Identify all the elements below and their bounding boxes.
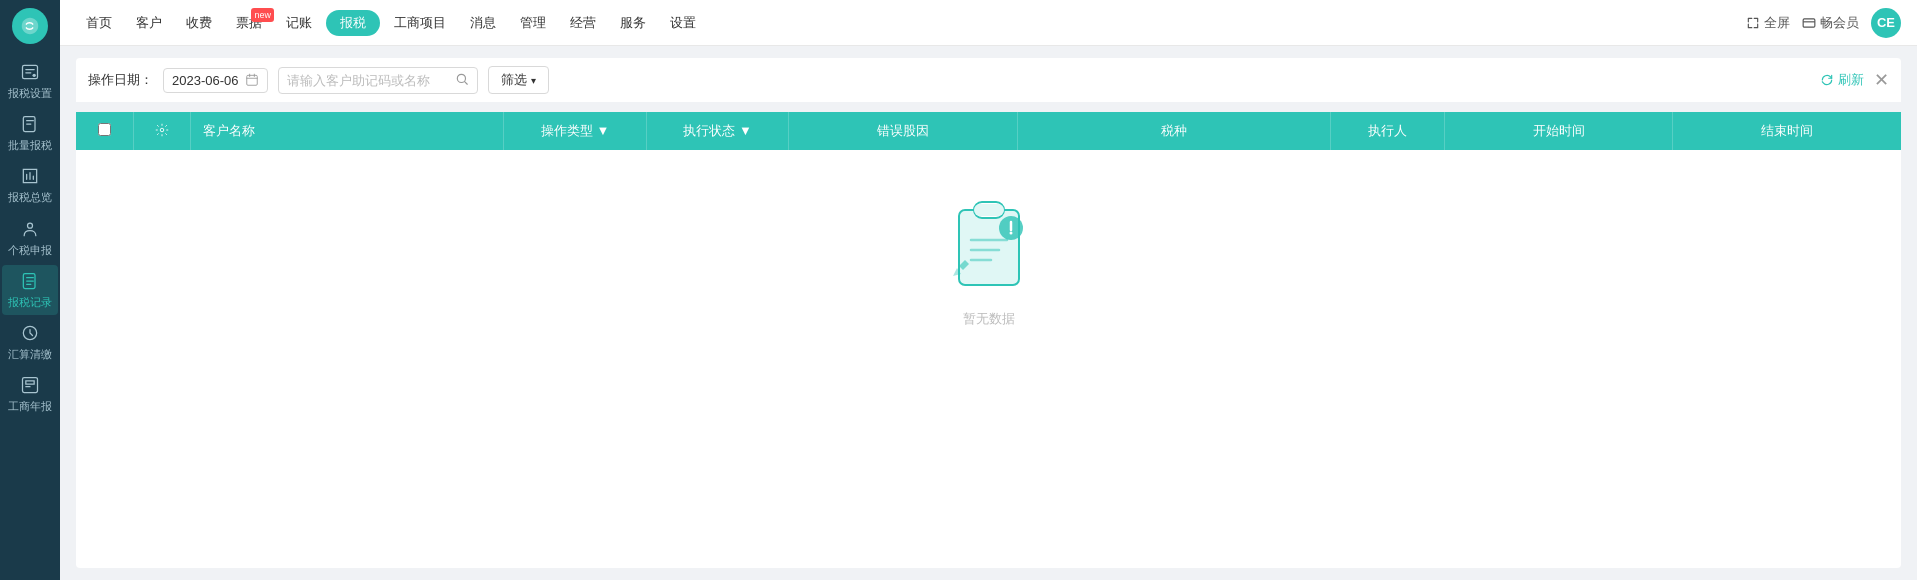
nav-manage[interactable]: 管理 [510,10,556,36]
sidebar-item-personal-tax[interactable]: 个税申报 [2,213,58,263]
tax-records-icon [20,271,40,294]
sidebar-item-settlement[interactable]: 汇算清缴 [2,317,58,367]
nav-settings[interactable]: 设置 [660,10,706,36]
svg-point-3 [28,223,33,228]
sidebar-item-settlement-label: 汇算清缴 [8,348,52,361]
sidebar-item-tax-settings-label: 报税设置 [8,87,52,100]
personal-tax-icon [20,219,40,242]
svg-rect-8 [246,75,257,85]
fullscreen-icon [1746,16,1760,30]
member-button[interactable]: 畅会员 [1802,14,1859,32]
date-picker[interactable]: 2023-06-06 [163,68,268,93]
batch-tax-icon [20,114,40,137]
toolbar: 操作日期： 2023-06-06 筛选 ▾ [76,58,1901,102]
sidebar-item-tax-settings[interactable]: 报税设置 [2,56,58,106]
sidebar-item-tax-overview-label: 报税总览 [8,191,52,204]
col-start-time-header: 开始时间 [1445,112,1673,150]
sidebar-item-batch-tax[interactable]: 批量报税 [2,108,58,158]
sidebar-item-tax-records[interactable]: 报税记录 [2,265,58,315]
nav-billing[interactable]: 收费 [176,10,222,36]
top-navigation: 首页 客户 收费 票据 new 记账 报税 工商项目 消息 [60,0,1917,46]
nav-home[interactable]: 首页 [76,10,122,36]
nav-invoice[interactable]: 票据 new [226,10,272,36]
date-label: 操作日期： [88,71,153,89]
fullscreen-button[interactable]: 全屏 [1746,14,1790,32]
select-all-checkbox[interactable] [98,123,111,136]
refresh-icon [1820,73,1834,87]
refresh-label: 刷新 [1838,71,1864,89]
svg-rect-7 [1803,18,1815,26]
sidebar-item-tax-overview[interactable]: 报税总览 [2,160,58,210]
member-icon [1802,16,1816,30]
annual-report-icon [20,375,40,398]
col-settings-header[interactable] [133,112,190,150]
empty-text: 暂无数据 [963,310,1015,328]
calendar-icon [245,73,259,87]
user-avatar[interactable]: CE [1871,8,1901,38]
sidebar-item-batch-tax-label: 批量报税 [8,139,52,152]
nav-operation[interactable]: 经营 [560,10,606,36]
sidebar-item-annual-report[interactable]: 工商年报 [2,369,58,419]
col-status-header[interactable]: 执行状态 ▼ [646,112,789,150]
settings-icon [155,123,169,137]
svg-rect-6 [23,378,38,393]
search-input[interactable] [287,73,455,88]
filter-button[interactable]: 筛选 ▾ [488,66,549,94]
col-op-type-header[interactable]: 操作类型 ▼ [504,112,647,150]
tax-settings-icon [20,62,40,85]
col-end-time-header: 结束时间 [1673,112,1901,150]
svg-rect-0 [23,65,38,78]
table-header-row: 客户名称 操作类型 ▼ 执行状态 ▼ 错误股因 税种 执行人 开始时间 结束时间 [76,112,1901,150]
new-badge: new [251,8,274,22]
chevron-down-icon: ▾ [531,75,536,86]
page-body: 操作日期： 2023-06-06 筛选 ▾ [60,46,1917,580]
close-button[interactable]: ✕ [1874,71,1889,89]
empty-state: 暂无数据 [76,150,1901,348]
nav-accounting[interactable]: 记账 [276,10,322,36]
search-box[interactable] [278,67,478,94]
sidebar-item-annual-report-label: 工商年报 [8,400,52,413]
svg-point-1 [33,74,36,77]
sidebar-item-tax-records-label: 报税记录 [8,296,52,309]
empty-illustration [939,190,1039,300]
topnav-right: 全屏 畅会员 CE [1746,8,1901,38]
svg-point-10 [160,128,164,132]
nav-customer[interactable]: 客户 [126,10,172,36]
nav-service[interactable]: 服务 [610,10,656,36]
svg-point-15 [1009,232,1012,235]
nav-industry[interactable]: 工商项目 [384,10,456,36]
nav-tax[interactable]: 报税 [326,10,380,36]
nav-message[interactable]: 消息 [460,10,506,36]
svg-rect-13 [974,204,1004,216]
nav-items: 首页 客户 收费 票据 new 记账 报税 工商项目 消息 [76,10,1746,36]
col-tax-type-header: 税种 [1017,112,1331,150]
refresh-button[interactable]: 刷新 [1820,71,1864,89]
col-customer-name-header: 客户名称 [190,112,504,150]
search-icon[interactable] [455,72,469,89]
col-executor-header: 执行人 [1331,112,1445,150]
col-checkbox[interactable] [76,112,133,150]
data-table: 客户名称 操作类型 ▼ 执行状态 ▼ 错误股因 税种 执行人 开始时间 结束时间 [76,112,1901,568]
date-value: 2023-06-06 [172,73,239,88]
filter-label: 筛选 [501,71,527,89]
settlement-icon [20,323,40,346]
sidebar: 报税设置 批量报税 报税总览 个税申报 [0,0,60,580]
main-content: 首页 客户 收费 票据 new 记账 报税 工商项目 消息 [60,0,1917,580]
sidebar-item-personal-tax-label: 个税申报 [8,244,52,257]
col-error-header: 错误股因 [789,112,1017,150]
tax-overview-icon [20,166,40,189]
app-logo[interactable] [12,8,48,44]
